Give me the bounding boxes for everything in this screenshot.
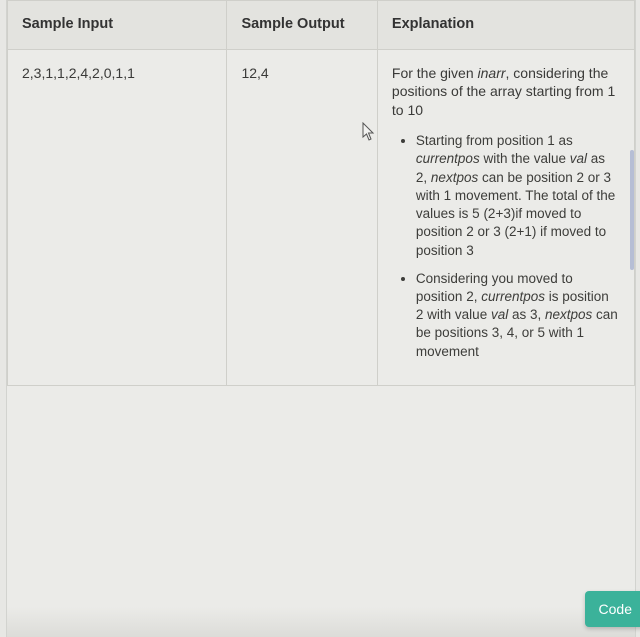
scroll-indicator[interactable] (630, 150, 634, 270)
list-item: Starting from position 1 as currentpos w… (416, 132, 620, 260)
b1-t2: with the value (480, 151, 570, 166)
b1-val: val (570, 151, 587, 166)
bottom-fade (7, 607, 635, 637)
example-table: Sample Input Sample Output Explanation 2… (7, 0, 635, 386)
explanation-intro: For the given inarr, considering the pos… (392, 64, 620, 121)
b2-currentpos: currentpos (481, 289, 545, 304)
intro-text-1: For the given (392, 65, 478, 81)
explanation-list: Starting from position 1 as currentpos w… (398, 132, 620, 361)
b2-t3: as 3, (508, 307, 545, 322)
b1-t1: Starting from position 1 as (416, 133, 573, 148)
b2-val: val (491, 307, 508, 322)
cell-sample-input: 2,3,1,1,2,4,2,0,1,1 (8, 49, 227, 385)
table-row: 2,3,1,1,2,4,2,0,1,1 12,4 For the given i… (8, 49, 635, 385)
b2-nextpos: nextpos (545, 307, 592, 322)
intro-var-inarr: inarr (478, 65, 506, 81)
content-sheet: Sample Input Sample Output Explanation 2… (6, 0, 636, 637)
code-button[interactable]: Code (585, 591, 640, 627)
b1-nextpos: nextpos (431, 170, 478, 185)
b1-currentpos: currentpos (416, 151, 480, 166)
list-item: Considering you moved to position 2, cur… (416, 270, 620, 361)
col-header-input: Sample Input (8, 1, 227, 50)
col-header-output: Sample Output (227, 1, 377, 50)
cell-explanation: For the given inarr, considering the pos… (377, 49, 634, 385)
table-header-row: Sample Input Sample Output Explanation (8, 1, 635, 50)
page-root: Sample Input Sample Output Explanation 2… (0, 0, 640, 637)
col-header-explanation: Explanation (377, 1, 634, 50)
cell-sample-output: 12,4 (227, 49, 377, 385)
